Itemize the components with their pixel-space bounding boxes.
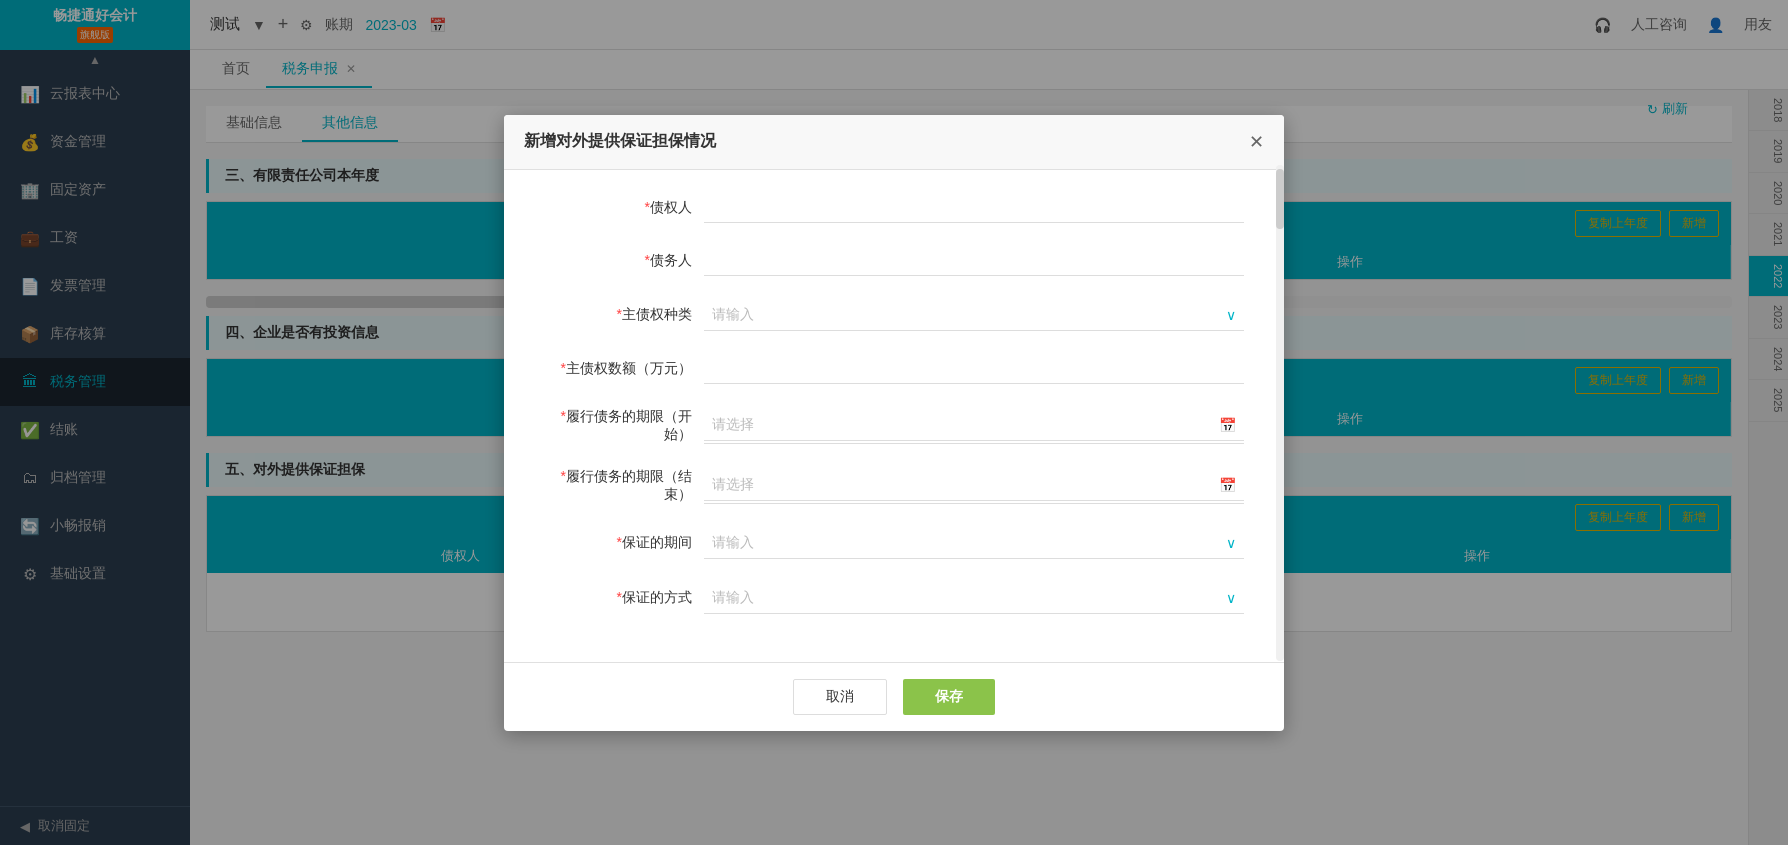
label-zhaiquanren: *债权人 [544,199,704,217]
form-row-zhuzhaiquanshuliang: *主债权数额（万元） [544,355,1244,384]
label-lvxingqixian-end: *履行债务的期限（结束） [544,468,704,504]
required-mark-zhuzhaiquanshuliang: * [561,360,566,376]
input-zhaiwuren[interactable] [704,247,1244,276]
dialog-overlay: 新增对外提供保证担保情况 ✕ *债权人 *债务人 [0,0,1788,845]
date-placeholder-start: 请选择 [712,416,754,434]
select-baozheng-period[interactable]: 请输入 ∨ [704,528,1244,559]
form-row-zhaiquanren: *债权人 [544,194,1244,223]
form-row-lvxingqixian-end: *履行债务的期限（结束） 请选择 📅 [544,468,1244,504]
dialog-footer: 取消 保存 [504,662,1284,731]
dialog-header: 新增对外提供保证担保情况 ✕ [504,115,1284,170]
dialog: 新增对外提供保证担保情况 ✕ *债权人 *债务人 [504,115,1284,731]
date-placeholder-end: 请选择 [712,476,754,494]
required-mark-lvxingqixian-end: * [561,468,566,484]
select-baozheng-period-placeholder: 请输入 [712,534,754,552]
label-baozheng-period: *保证的期间 [544,534,704,552]
dialog-close-button[interactable]: ✕ [1249,131,1264,153]
required-mark-zhaiwuren: * [645,252,650,268]
label-zhaiwuren: *债务人 [544,252,704,270]
form-row-baozheng-period: *保证的期间 请输入 ∨ [544,528,1244,559]
select-zhuzhaiquanzhonglei-placeholder: 请输入 [712,306,754,324]
form-row-zhaiwuren: *债务人 [544,247,1244,276]
chevron-down-icon-baozheng-way: ∨ [1226,590,1236,606]
select-baozheng-way[interactable]: 请输入 ∨ [704,583,1244,614]
required-mark-baozheng-way: * [617,589,622,605]
chevron-down-icon-baozheng-period: ∨ [1226,535,1236,551]
input-zhaiquanren[interactable] [704,194,1244,223]
dialog-body: *债权人 *债务人 *主债权种类 请输入 ∨ [504,170,1284,662]
select-baozheng-way-placeholder: 请输入 [712,589,754,607]
calendar-icon-end: 📅 [1219,477,1236,493]
dialog-title: 新增对外提供保证担保情况 [524,131,716,152]
form-row-lvxingqixian-start: *履行债务的期限（开始） 请选择 📅 [544,408,1244,444]
required-mark-zhaiquanren: * [645,199,650,215]
label-baozheng-way: *保证的方式 [544,589,704,607]
save-button[interactable]: 保存 [903,679,995,715]
dialog-scrollbar-thumb [1276,169,1284,229]
required-mark-lvxingqixian-start: * [561,408,566,424]
datepicker-lvxingqixian-start[interactable]: 请选择 📅 [704,410,1244,441]
calendar-icon-start: 📅 [1219,417,1236,433]
dialog-scrollbar[interactable] [1276,165,1284,661]
label-zhuzhaiquanshuliang: *主债权数额（万元） [544,360,704,378]
label-lvxingqixian-start: *履行债务的期限（开始） [544,408,704,444]
input-zhuzhaiquanshuliang[interactable] [704,355,1244,384]
select-zhuzhaiquanzhonglei[interactable]: 请输入 ∨ [704,300,1244,331]
datepicker-lvxingqixian-end[interactable]: 请选择 📅 [704,470,1244,501]
required-mark-baozheng-period: * [617,534,622,550]
chevron-down-icon-zhuzhaiquanzhonglei: ∨ [1226,307,1236,323]
form-row-baozheng-way: *保证的方式 请输入 ∨ [544,583,1244,614]
required-mark-zhuzhaiquanzhonglei: * [617,306,622,322]
form-row-zhuzhaiquanzhonglei: *主债权种类 请输入 ∨ [544,300,1244,331]
cancel-button[interactable]: 取消 [793,679,887,715]
label-zhuzhaiquanzhonglei: *主债权种类 [544,306,704,324]
